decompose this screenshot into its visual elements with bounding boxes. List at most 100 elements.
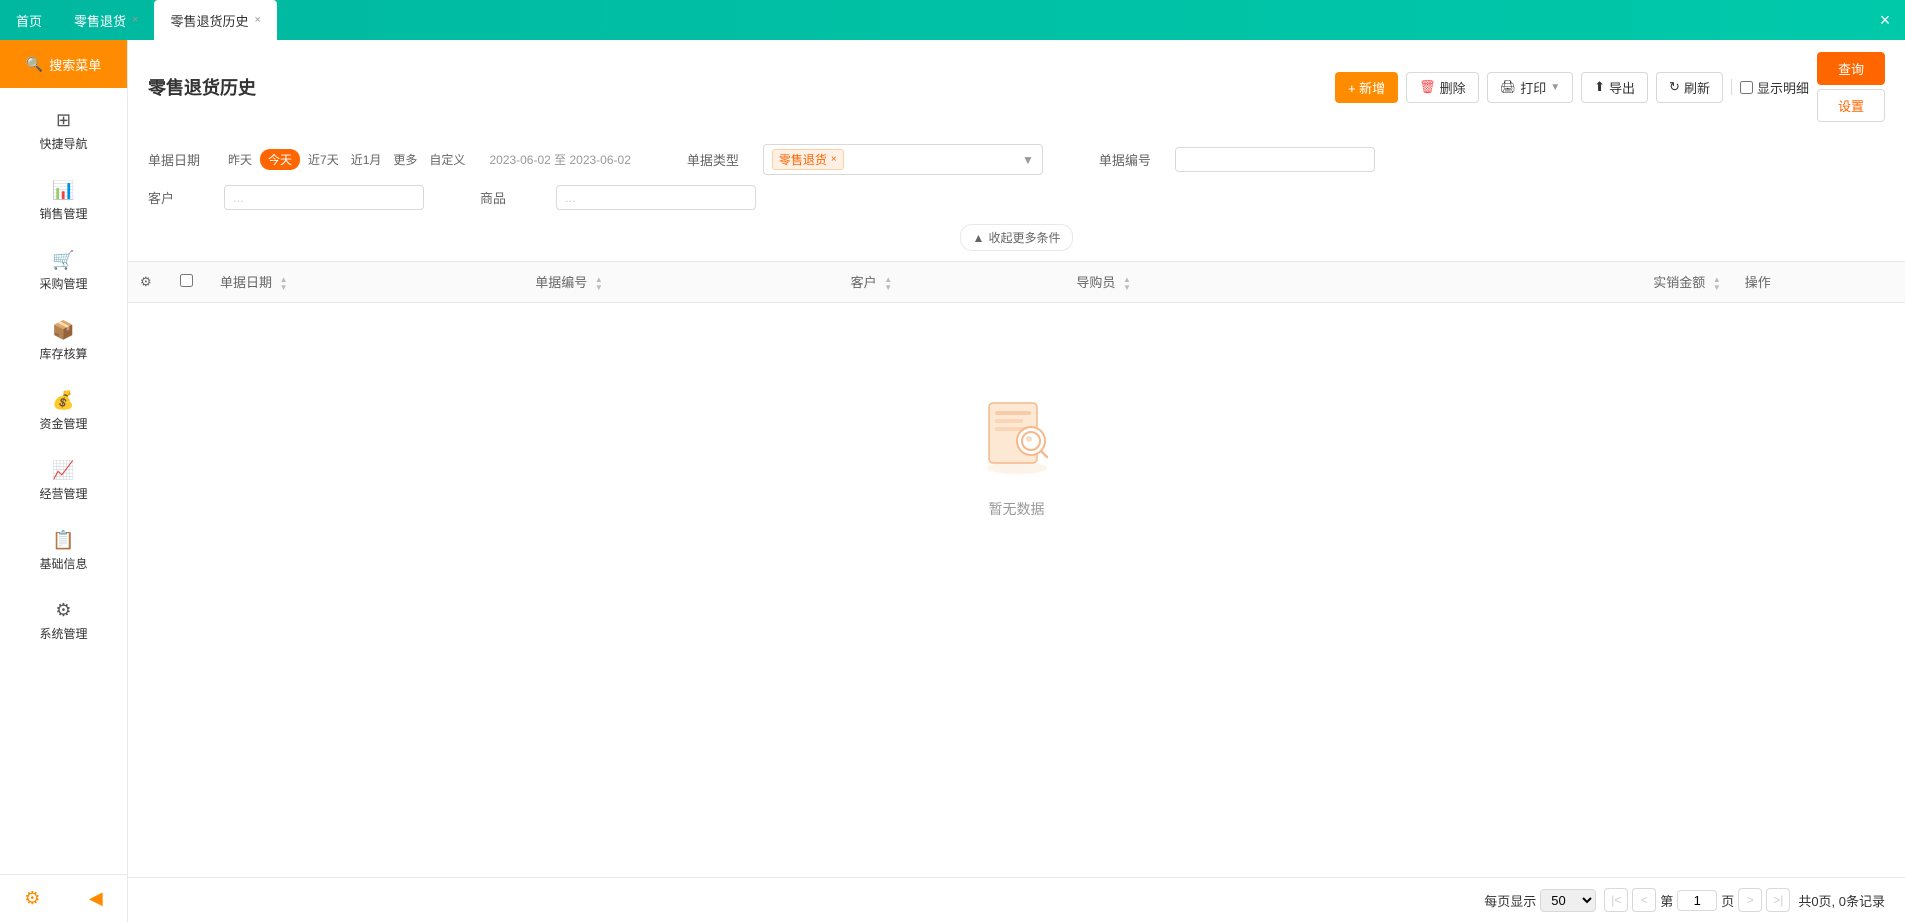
goods-filter-label: 商品	[480, 188, 540, 207]
collapse-button[interactable]: ▲ 收起更多条件	[960, 224, 1074, 251]
collapse-up-icon: ▲	[973, 231, 985, 245]
tab-retail-return-label: 零售退货	[74, 11, 126, 30]
main-layout: 🔍 搜索菜单 ⊞ 快捷导航 📊 销售管理 🛒 采购管理 📦 库存核算 💰	[0, 40, 1905, 922]
show-detail-checkbox[interactable]: 显示明细	[1740, 78, 1809, 97]
date-opt-7days[interactable]: 近7天	[304, 149, 343, 170]
refresh-icon: ↻	[1669, 79, 1680, 95]
setting-button[interactable]: 设置	[1817, 89, 1885, 122]
export-button[interactable]: ⬆ 导出	[1581, 72, 1648, 103]
sidebar-item-purchase[interactable]: 🛒 采购管理	[0, 236, 127, 306]
date-opt-more[interactable]: 更多	[389, 149, 421, 170]
operations-icon: 📈	[52, 460, 74, 481]
th-date-label: 单据日期	[220, 275, 272, 290]
date-options: 昨天 今天 近7天 近1月 更多 自定义	[224, 149, 469, 170]
sidebar-item-finance-label: 资金管理	[39, 415, 87, 432]
print-button[interactable]: 🖨 打印 ▼	[1487, 72, 1573, 103]
page-prev-button[interactable]: <	[1632, 888, 1656, 912]
table-area: ⚙ 单据日期 ▲▼ 单据编号 ▲▼	[128, 262, 1905, 877]
date-sort-icon[interactable]: ▲▼	[280, 276, 288, 292]
th-spacer	[1335, 262, 1418, 302]
data-table: ⚙ 单据日期 ▲▼ 单据编号 ▲▼	[128, 262, 1905, 303]
date-opt-1month[interactable]: 近1月	[347, 149, 386, 170]
sidebar-item-purchase-label: 采购管理	[39, 275, 87, 292]
page-label: 第	[1660, 891, 1673, 910]
delete-button[interactable]: 🗑 删除	[1406, 72, 1479, 103]
page-actions: + 新增 🗑 删除 🖨 打印 ▼ ⬆ 导出	[1335, 52, 1885, 122]
sidebar-item-sales-label: 销售管理	[39, 205, 87, 222]
refresh-button-label: 刷新	[1684, 78, 1710, 97]
purchase-icon: 🛒	[52, 250, 74, 271]
guide-sort-icon[interactable]: ▲▼	[1123, 276, 1131, 292]
sidebar-item-inventory[interactable]: 📦 库存核算	[0, 306, 127, 376]
th-operation-label: 操作	[1745, 275, 1771, 290]
tab-list: 首页 零售退货 × 零售退货历史 ×	[0, 0, 1865, 40]
refresh-button[interactable]: ↻ 刷新	[1656, 72, 1723, 103]
tab-retail-return-close[interactable]: ×	[132, 14, 138, 26]
sidebar-item-quick-nav[interactable]: ⊞ 快捷导航	[0, 96, 127, 166]
sidebar-item-operations[interactable]: 📈 经营管理	[0, 446, 127, 516]
sidebar-item-finance[interactable]: 💰 资金管理	[0, 376, 127, 446]
per-page-select[interactable]: 10 20 50 100	[1540, 889, 1596, 912]
window-close-button[interactable]: ×	[1865, 0, 1905, 40]
tab-retail-return-history[interactable]: 零售退货历史 ×	[154, 0, 276, 40]
table-settings-icon[interactable]: ⚙	[140, 274, 152, 289]
customer-filter-input[interactable]: ...	[224, 185, 424, 210]
type-filter-tag-close[interactable]: ×	[831, 154, 837, 165]
filter-area: 单据日期 昨天 今天 近7天 近1月 更多 自定义 2023-06-02 至 2…	[148, 134, 1885, 261]
date-range-display: 2023-06-02 至 2023-06-02	[489, 151, 630, 168]
sidebar-item-sales[interactable]: 📊 销售管理	[0, 166, 127, 236]
date-opt-custom[interactable]: 自定义	[425, 149, 469, 170]
show-detail-input[interactable]	[1740, 81, 1753, 94]
sidebar-item-inventory-label: 库存核算	[39, 345, 87, 362]
sidebar-item-base-info[interactable]: 📋 基础信息	[0, 516, 127, 586]
date-opt-today[interactable]: 今天	[260, 149, 300, 170]
page-last-button[interactable]: >|	[1766, 888, 1790, 912]
goods-filter-input[interactable]: ...	[556, 185, 756, 210]
th-guide: 导购员 ▲▼	[1064, 262, 1335, 302]
sidebar: 🔍 搜索菜单 ⊞ 快捷导航 📊 销售管理 🛒 采购管理 📦 库存核算 💰	[0, 40, 128, 922]
empty-illustration	[967, 383, 1067, 483]
new-button[interactable]: + 新增	[1335, 72, 1398, 103]
customer-sort-icon[interactable]: ▲▼	[884, 276, 892, 292]
date-opt-yesterday[interactable]: 昨天	[224, 149, 256, 170]
doc-number-sort-icon[interactable]: ▲▼	[595, 276, 603, 292]
sidebar-item-base-info-label: 基础信息	[39, 555, 87, 572]
type-filter-box[interactable]: 零售退货 × ▼	[763, 144, 1043, 175]
doc-number-input[interactable]	[1175, 147, 1375, 172]
page-unit: 页	[1721, 891, 1734, 910]
divider	[1731, 79, 1732, 95]
tab-home[interactable]: 首页	[0, 0, 58, 40]
customer-filter-label: 客户	[148, 188, 208, 207]
page-header: 零售退货历史 + 新增 🗑 删除 🖨 打印 ▼ ⬆	[128, 40, 1905, 262]
system-icon: ⚙	[55, 600, 71, 621]
select-all-checkbox[interactable]	[180, 274, 193, 287]
type-filter-tag-value: 零售退货	[779, 151, 827, 168]
page-first-button[interactable]: |<	[1604, 888, 1628, 912]
settings-bottom-icon[interactable]: ⚙	[24, 888, 40, 909]
query-button-label: 查询	[1838, 59, 1864, 78]
th-settings: ⚙	[128, 262, 168, 302]
collapse-sidebar-icon[interactable]: ◀	[89, 888, 103, 909]
sidebar-item-system-label: 系统管理	[39, 625, 87, 642]
page-title: 零售退货历史	[148, 74, 256, 100]
type-filter-tag: 零售退货 ×	[772, 149, 844, 170]
th-operation: 操作	[1733, 262, 1905, 302]
per-page-label: 每页显示	[1484, 891, 1536, 910]
query-button[interactable]: 查询	[1817, 52, 1885, 85]
amount-sort-icon[interactable]: ▲▼	[1713, 276, 1721, 292]
quick-nav-icon: ⊞	[56, 110, 71, 131]
tab-retail-return-history-label: 零售退货历史	[170, 11, 248, 30]
top-bar: 首页 零售退货 × 零售退货历史 × ×	[0, 0, 1905, 40]
delete-button-label: 删除	[1440, 78, 1466, 97]
th-doc-number-label: 单据编号	[535, 275, 587, 290]
page-number-input[interactable]	[1677, 890, 1717, 911]
page-next-button[interactable]: >	[1738, 888, 1762, 912]
sidebar-search[interactable]: 🔍 搜索菜单	[0, 40, 127, 88]
page-nav: |< < 第 页 > >|	[1604, 888, 1790, 912]
tab-retail-return[interactable]: 零售退货 ×	[58, 0, 154, 40]
sidebar-search-label: 搜索菜单	[49, 55, 101, 74]
sidebar-item-system[interactable]: ⚙ 系统管理	[0, 586, 127, 656]
print-button-label: 打印	[1520, 78, 1546, 97]
empty-state: 暂无数据	[128, 303, 1905, 599]
tab-retail-return-history-close[interactable]: ×	[254, 14, 260, 26]
